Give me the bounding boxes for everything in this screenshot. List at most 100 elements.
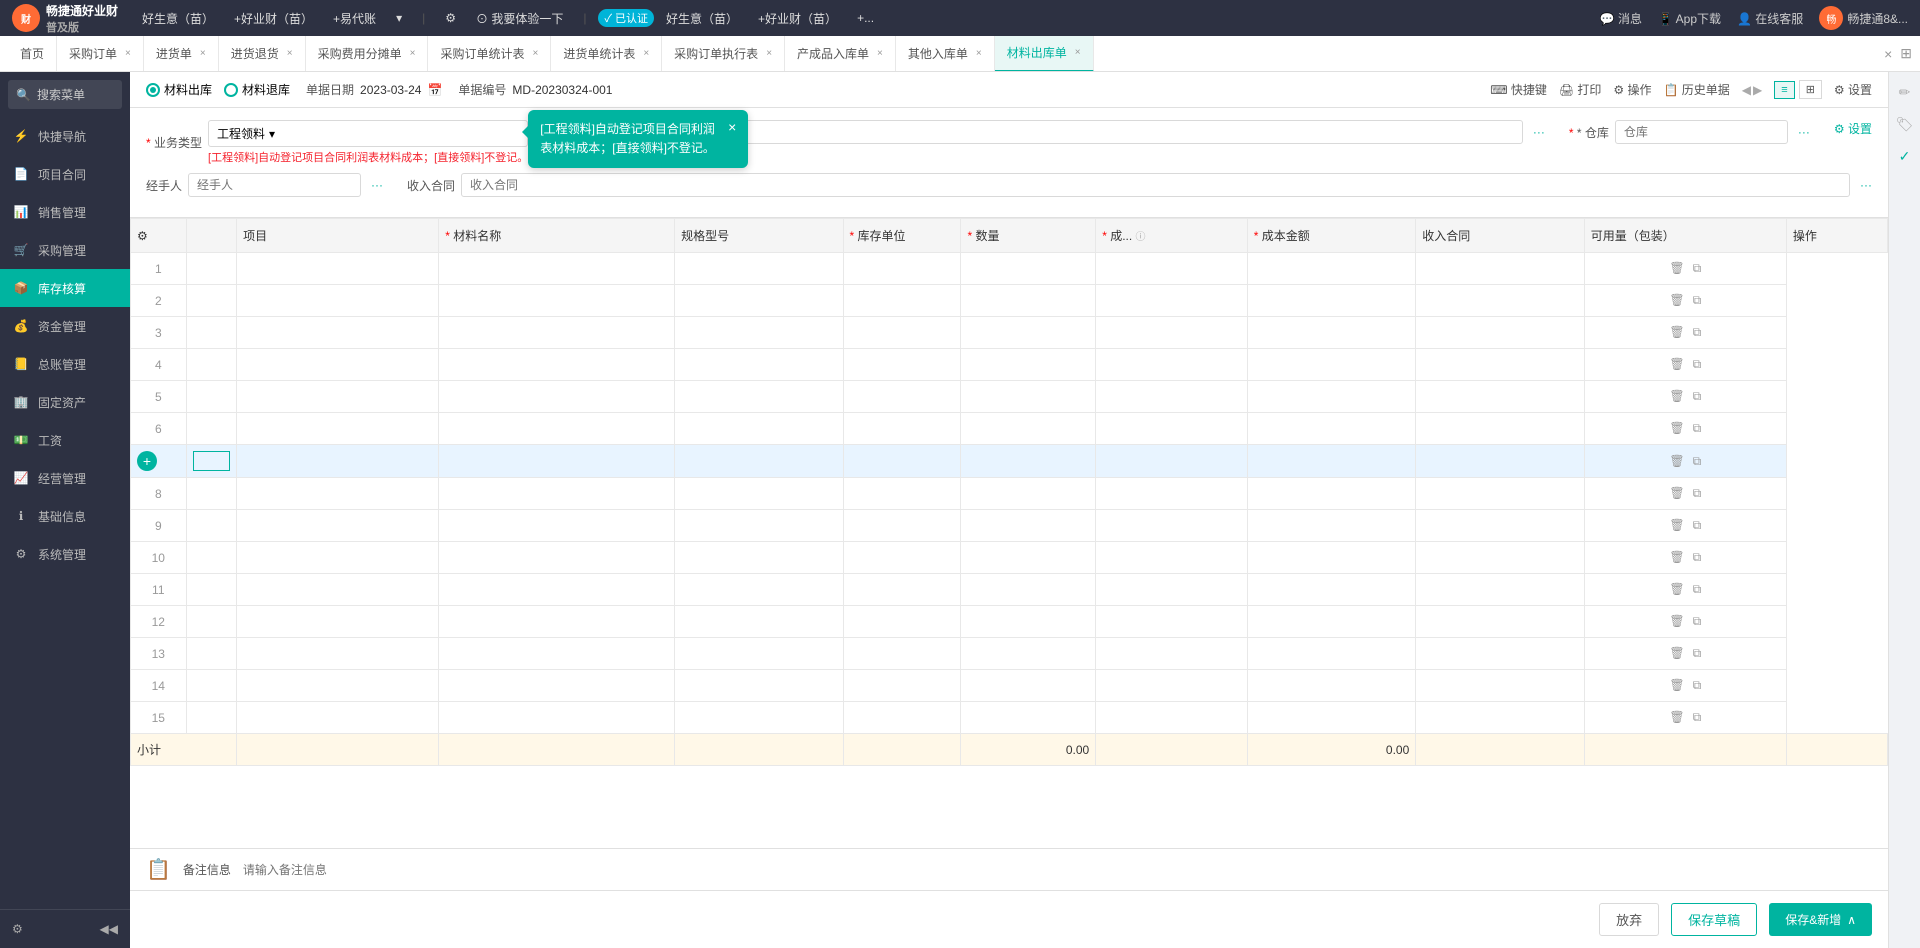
app-download-btn[interactable]: 📱 App下载 <box>1658 10 1721 27</box>
delete-row-btn[interactable]: 🗑 <box>1665 516 1688 534</box>
cell-material[interactable] <box>237 478 439 510</box>
cell-project[interactable] <box>186 670 237 702</box>
income-contract-input[interactable] <box>461 173 1850 197</box>
cell-unit[interactable] <box>675 510 843 542</box>
delete-row-btn[interactable]: 🗑 <box>1665 644 1688 662</box>
cell-income[interactable] <box>1247 285 1415 317</box>
delete-row-btn[interactable]: 🗑 <box>1665 419 1688 437</box>
cell-income[interactable] <box>1247 478 1415 510</box>
cell-qty-active[interactable] <box>843 445 961 478</box>
copy-row-btn[interactable]: ⧉ <box>1689 548 1706 566</box>
sidebar-item-basic-info[interactable]: ℹ 基础信息 <box>0 497 130 535</box>
cell-spec[interactable] <box>439 670 675 702</box>
cell-qty[interactable] <box>843 670 961 702</box>
radio-material-return[interactable]: 材料退库 <box>224 81 290 98</box>
tab-purchase-stats[interactable]: 采购订单统计表 × <box>428 36 551 72</box>
cell-available[interactable] <box>1416 478 1584 510</box>
sidebar-item-asset[interactable]: 🏢 固定资产 <box>0 383 130 421</box>
sidebar-item-inventory[interactable]: 📦 库存核算 <box>0 269 130 307</box>
cell-unit[interactable] <box>675 253 843 285</box>
cell-qty[interactable] <box>843 413 961 445</box>
cell-unit[interactable] <box>675 413 843 445</box>
cell-unit[interactable] <box>675 478 843 510</box>
cell-project[interactable] <box>186 638 237 670</box>
cell-spec[interactable] <box>439 317 675 349</box>
shortcut-keys-btn[interactable]: ⌨ 快捷键 <box>1490 81 1547 98</box>
project-cell-input[interactable] <box>193 451 231 471</box>
tab-finished-goods[interactable]: 产成品入库单 × <box>785 36 896 72</box>
cell-material[interactable] <box>237 542 439 574</box>
cell-available[interactable] <box>1416 638 1584 670</box>
nav-dropdown[interactable]: ▾ <box>388 7 410 29</box>
cell-available[interactable] <box>1416 253 1584 285</box>
delete-row-btn[interactable]: 🗑 <box>1665 580 1688 598</box>
cell-available-active[interactable] <box>1416 445 1584 478</box>
sidebar-settings-btn[interactable]: ⚙ <box>8 918 27 940</box>
cell-spec[interactable] <box>439 381 675 413</box>
cell-unit[interactable] <box>675 349 843 381</box>
sidebar-item-salary[interactable]: 💵 工资 <box>0 421 130 459</box>
nav-settings-icon[interactable]: ⚙ <box>437 7 464 29</box>
cell-spec[interactable] <box>439 349 675 381</box>
cell-material[interactable] <box>237 317 439 349</box>
cell-material[interactable] <box>237 349 439 381</box>
cell-qty[interactable] <box>843 574 961 606</box>
cell-qty[interactable] <box>843 317 961 349</box>
cell-qty[interactable] <box>843 606 961 638</box>
cell-cost[interactable] <box>961 702 1096 734</box>
message-btn[interactable]: 💬 消息 <box>1600 10 1642 27</box>
cell-material[interactable] <box>237 670 439 702</box>
cell-cost-amt[interactable] <box>1096 253 1248 285</box>
cell-project[interactable] <box>186 253 237 285</box>
cell-income[interactable] <box>1247 349 1415 381</box>
cell-material[interactable] <box>237 413 439 445</box>
cell-material-active[interactable] <box>237 445 439 478</box>
cell-income[interactable] <box>1247 606 1415 638</box>
cell-qty[interactable] <box>843 285 961 317</box>
cell-cost[interactable] <box>961 542 1096 574</box>
project-dots-btn[interactable]: ··· <box>1533 125 1545 139</box>
sidebar-item-system[interactable]: ⚙ 系统管理 <box>0 535 130 573</box>
cell-unit[interactable] <box>675 702 843 734</box>
delete-row-btn[interactable]: 🗑 <box>1665 259 1688 277</box>
user-avatar[interactable]: 畅 畅捷通8&... <box>1819 6 1908 30</box>
print-btn[interactable]: 🖨 打印 <box>1559 81 1602 98</box>
tab-purchase-order[interactable]: 采购订单 × <box>57 36 144 72</box>
copy-row-btn[interactable]: ⧉ <box>1689 580 1706 598</box>
cell-project[interactable] <box>186 349 237 381</box>
cell-material[interactable] <box>237 574 439 606</box>
delete-row-btn[interactable]: 🗑 <box>1665 323 1688 341</box>
delete-row-btn[interactable]: 🗑 <box>1665 612 1688 630</box>
cell-material[interactable] <box>237 253 439 285</box>
cell-available[interactable] <box>1416 413 1584 445</box>
cell-unit[interactable] <box>675 670 843 702</box>
cell-material[interactable] <box>237 381 439 413</box>
sidebar-item-ledger[interactable]: 📒 总账管理 <box>0 345 130 383</box>
tab-purchase-exec[interactable]: 采购订单执行表 × <box>662 36 785 72</box>
online-service-btn[interactable]: 👤 在线客服 <box>1737 10 1803 27</box>
cell-cost[interactable] <box>961 670 1096 702</box>
cell-qty[interactable] <box>843 478 961 510</box>
cell-cost[interactable] <box>961 413 1096 445</box>
cell-unit-active[interactable] <box>675 445 843 478</box>
copy-row-btn[interactable]: ⧉ <box>1689 419 1706 437</box>
cell-cost-amt[interactable] <box>1096 542 1248 574</box>
cell-cost[interactable] <box>961 253 1096 285</box>
cell-project[interactable] <box>186 285 237 317</box>
tab-close-purchase-stats[interactable]: × <box>532 48 538 59</box>
radio-material-out[interactable]: 材料出库 <box>146 81 212 98</box>
cell-income[interactable] <box>1247 317 1415 349</box>
cell-material[interactable] <box>237 606 439 638</box>
cell-income[interactable] <box>1247 413 1415 445</box>
cell-project[interactable] <box>186 478 237 510</box>
cell-income[interactable] <box>1247 670 1415 702</box>
cell-income-active[interactable] <box>1247 445 1415 478</box>
cell-cost-amt[interactable] <box>1096 702 1248 734</box>
cell-unit[interactable] <box>675 606 843 638</box>
save-new-btn[interactable]: 保存&新增 ∧ <box>1769 903 1872 936</box>
copy-row-btn[interactable]: ⧉ <box>1689 323 1706 341</box>
cell-cost-amt[interactable] <box>1096 413 1248 445</box>
cell-project[interactable] <box>186 702 237 734</box>
cell-cost-amt[interactable] <box>1096 317 1248 349</box>
cell-cost[interactable] <box>961 638 1096 670</box>
